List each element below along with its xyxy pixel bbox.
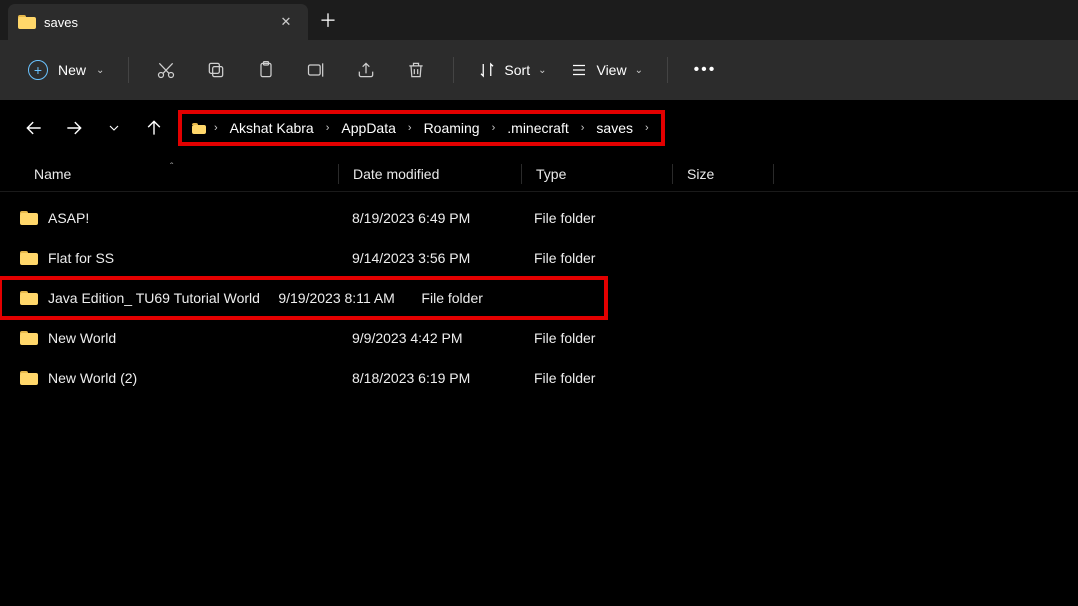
- delete-button[interactable]: [393, 50, 439, 90]
- column-header-label: Type: [536, 166, 566, 182]
- folder-icon: [20, 251, 38, 265]
- chevron-right-icon: ›: [324, 122, 332, 134]
- file-name: ASAP!: [48, 210, 89, 226]
- view-icon: [570, 61, 588, 79]
- column-header-label: Size: [687, 166, 714, 182]
- column-header-row: ˆ Name Date modified Type Size: [0, 156, 1078, 192]
- new-tab-button[interactable]: ＋: [308, 2, 348, 38]
- folder-icon: [18, 15, 36, 29]
- sort-button-label: Sort: [504, 62, 530, 78]
- file-name: Java Edition_ TU69 Tutorial World: [48, 290, 260, 306]
- tab-saves[interactable]: saves ✕: [8, 4, 308, 40]
- table-row[interactable]: ASAP! 8/19/2023 6:49 PMFile folder: [0, 198, 1078, 238]
- cell-type: File folder: [520, 370, 670, 386]
- chevron-right-icon: ›: [406, 122, 414, 134]
- cell-date: 9/14/2023 3:56 PM: [338, 250, 520, 266]
- cell-type: File folder: [520, 250, 670, 266]
- cell-date: 8/18/2023 6:19 PM: [338, 370, 520, 386]
- cell-type: File folder: [520, 330, 670, 346]
- view-button-label: View: [596, 62, 626, 78]
- folder-icon: [20, 211, 38, 225]
- cell-type: File folder: [407, 290, 526, 306]
- sort-icon: [478, 61, 496, 79]
- column-header-size[interactable]: Size: [673, 166, 773, 182]
- chevron-right-icon: ›: [579, 122, 587, 134]
- more-options-button[interactable]: •••: [682, 50, 728, 90]
- table-row[interactable]: Java Edition_ TU69 Tutorial World9/19/20…: [0, 278, 606, 318]
- plus-circle-icon: +: [28, 60, 48, 80]
- table-row[interactable]: New World 9/9/2023 4:42 PMFile folder: [0, 318, 1078, 358]
- chevron-down-icon: ⌄: [635, 65, 643, 76]
- breadcrumb: › Akshat Kabra › AppData › Roaming › .mi…: [178, 110, 665, 146]
- copy-button[interactable]: [193, 50, 239, 90]
- folder-icon: [192, 123, 206, 134]
- tab-strip: saves ✕ ＋: [0, 0, 1078, 40]
- cell-date: 9/19/2023 8:11 AM: [264, 290, 407, 306]
- cell-type: File folder: [520, 210, 670, 226]
- cell-name: ASAP!: [0, 210, 338, 226]
- column-header-label: Name: [34, 166, 71, 182]
- chevron-right-icon: ›: [212, 122, 220, 134]
- recent-locations-button[interactable]: [94, 108, 134, 148]
- nav-row: › Akshat Kabra › AppData › Roaming › .mi…: [0, 100, 1078, 156]
- table-row[interactable]: New World (2) 8/18/2023 6:19 PMFile folde…: [0, 358, 1078, 398]
- column-header-date[interactable]: Date modified: [339, 166, 521, 182]
- nav-arrows: [14, 108, 174, 148]
- breadcrumb-label: .minecraft: [507, 120, 568, 136]
- breadcrumb-item[interactable]: Akshat Kabra: [226, 118, 318, 138]
- close-tab-button[interactable]: ✕: [274, 10, 298, 34]
- breadcrumb-label: saves: [596, 120, 633, 136]
- folder-icon: [20, 331, 38, 345]
- breadcrumb-label: AppData: [341, 120, 395, 136]
- folder-icon: [20, 291, 38, 305]
- cut-button[interactable]: [143, 50, 189, 90]
- toolbar: + New ⌄ Sort ⌄ View ⌄ •••: [0, 40, 1078, 100]
- breadcrumb-item[interactable]: Roaming: [420, 118, 484, 138]
- toolbar-divider: [667, 57, 668, 83]
- back-button[interactable]: [14, 108, 54, 148]
- chevron-down-icon: ⌄: [538, 65, 546, 76]
- file-name: New World (2): [48, 370, 137, 386]
- toolbar-divider: [453, 57, 454, 83]
- breadcrumb-label: Roaming: [424, 120, 480, 136]
- file-name: Flat for SS: [48, 250, 114, 266]
- cell-name: New World (2): [0, 370, 338, 386]
- toolbar-divider: [128, 57, 129, 83]
- breadcrumb-item[interactable]: .minecraft: [503, 118, 572, 138]
- column-header-name[interactable]: ˆ Name: [0, 166, 338, 182]
- rename-button[interactable]: [293, 50, 339, 90]
- share-button[interactable]: [343, 50, 389, 90]
- paste-button[interactable]: [243, 50, 289, 90]
- cell-name: New World: [0, 330, 338, 346]
- forward-button[interactable]: [54, 108, 94, 148]
- breadcrumb-item[interactable]: AppData: [337, 118, 399, 138]
- file-name: New World: [48, 330, 116, 346]
- chevron-right-icon: ›: [643, 122, 651, 134]
- column-divider[interactable]: [773, 164, 774, 184]
- sort-button[interactable]: Sort ⌄: [468, 55, 556, 85]
- chevron-right-icon: ›: [490, 122, 498, 134]
- new-button[interactable]: + New ⌄: [18, 54, 114, 86]
- tab-title: saves: [44, 15, 266, 30]
- breadcrumb-label: Akshat Kabra: [230, 120, 314, 136]
- breadcrumb-item[interactable]: saves: [592, 118, 637, 138]
- cell-name: Flat for SS: [0, 250, 338, 266]
- new-button-label: New: [58, 62, 86, 78]
- column-header-label: Date modified: [353, 166, 439, 182]
- cell-date: 8/19/2023 6:49 PM: [338, 210, 520, 226]
- chevron-down-icon: ⌄: [96, 65, 104, 76]
- view-button[interactable]: View ⌄: [560, 55, 652, 85]
- up-button[interactable]: [134, 108, 174, 148]
- file-list: ASAP!8/19/2023 6:49 PMFile folderFlat fo…: [0, 192, 1078, 398]
- column-header-type[interactable]: Type: [522, 166, 672, 182]
- table-row[interactable]: Flat for SS 9/14/2023 3:56 PMFile folder: [0, 238, 1078, 278]
- folder-icon: [20, 371, 38, 385]
- sort-asc-icon: ˆ: [170, 162, 173, 173]
- cell-name: Java Edition_ TU69 Tutorial World: [0, 290, 264, 306]
- cell-date: 9/9/2023 4:42 PM: [338, 330, 520, 346]
